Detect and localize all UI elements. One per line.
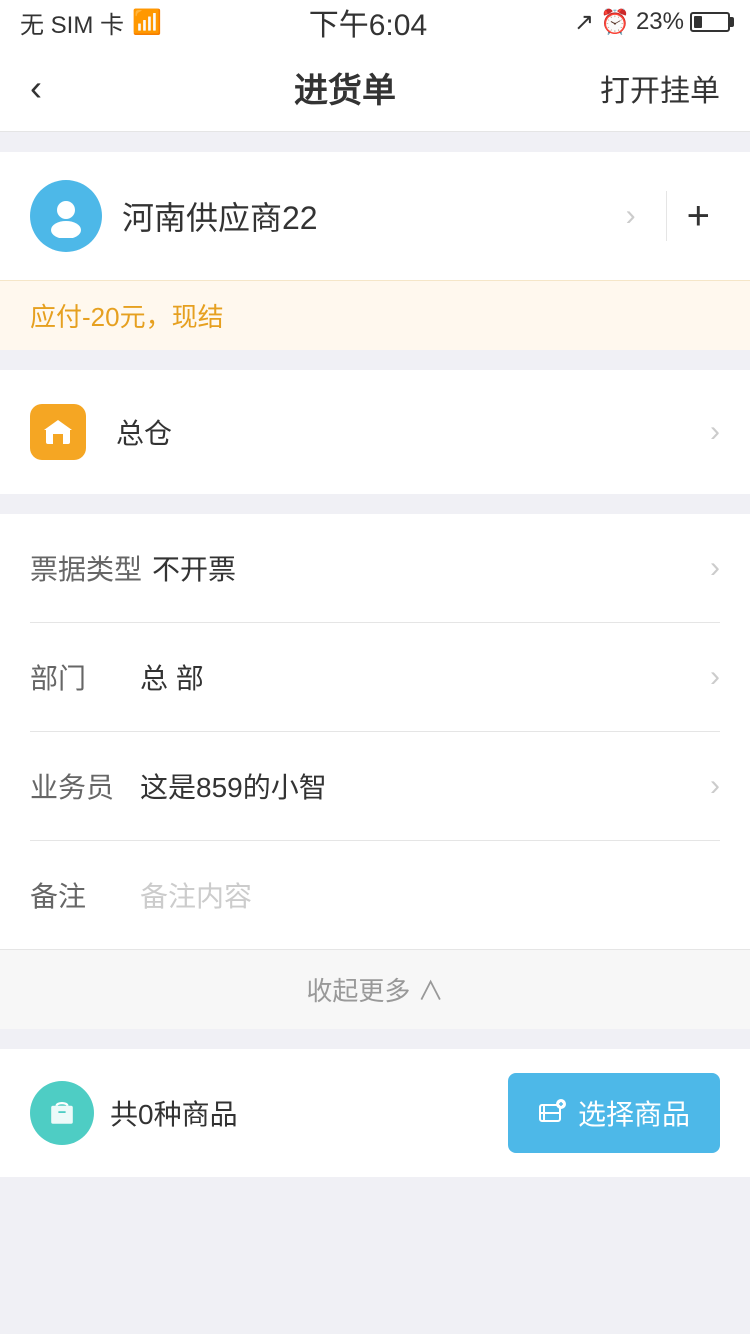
battery-percentage: 23% [636,8,684,36]
wifi-icon: 📶 [132,8,162,37]
section-gap-3 [0,494,750,514]
salesperson-row[interactable]: 业务员 这是859的小智 › [0,732,750,840]
nav-bar: ‹ 进货单 打开挂单 [0,44,750,132]
section-gap-2 [0,350,750,370]
location-icon: ↗ [574,8,594,37]
salesperson-label: 业务员 [30,766,130,806]
status-left: 无 SIM 卡 📶 [20,5,162,40]
status-bar: 无 SIM 卡 📶 下午6:04 ↗ ⏰ 23% [0,0,750,44]
vertical-divider [666,191,667,241]
invoice-row[interactable]: 票据类型 不开票 › [0,514,750,622]
carrier-label: 无 SIM 卡 [20,5,124,40]
department-label: 部门 [30,657,130,697]
bottom-section: 共0种商品 选择商品 [0,1049,750,1177]
select-goods-button[interactable]: 选择商品 [508,1073,720,1153]
warehouse-icon-bg [30,404,86,460]
goods-icon [30,1081,94,1145]
select-goods-label: 选择商品 [578,1093,690,1133]
invoice-chevron-icon: › [710,551,720,585]
remark-row[interactable]: 备注 备注内容 [0,841,750,949]
supplier-section: 河南供应商22 › + 应付-20元，现结 [0,152,750,350]
remark-label: 备注 [30,875,130,915]
remark-placeholder: 备注内容 [130,875,720,915]
invoice-label: 票据类型 [30,548,142,588]
goods-info: 共0种商品 [30,1081,238,1145]
warehouse-chevron-icon: › [710,415,720,449]
status-time: 下午6:04 [309,0,427,44]
alarm-icon: ⏰ [600,8,630,37]
back-button[interactable]: ‹ [30,67,90,109]
alert-banner: 应付-20元，现结 [0,280,750,350]
supplier-row[interactable]: 河南供应商22 › + [0,152,750,280]
salesperson-chevron-icon: › [710,769,720,803]
status-right: ↗ ⏰ 23% [574,8,730,37]
chevron-right-icon: › [626,199,636,233]
page-title: 进货单 [294,63,396,112]
invoice-value: 不开票 [142,548,710,588]
salesperson-value: 这是859的小智 [130,766,710,806]
section-gap-1 [0,132,750,152]
cart-icon [538,1099,566,1127]
open-pending-button[interactable]: 打开挂单 [600,66,720,110]
collapse-label: 收起更多 ∧ [306,971,443,1008]
battery-icon [690,12,730,32]
department-row[interactable]: 部门 总 部 › [0,623,750,731]
supplier-avatar [30,180,102,252]
warehouse-section: 总仓 › [0,370,750,494]
supplier-name: 河南供应商22 [122,193,626,239]
collapse-row[interactable]: 收起更多 ∧ [0,949,750,1029]
department-value: 总 部 [130,657,710,697]
goods-count-label: 共0种商品 [110,1093,238,1133]
warehouse-row[interactable]: 总仓 › [0,370,750,494]
warehouse-name: 总仓 [106,412,710,452]
form-section: 票据类型 不开票 › 部门 总 部 › 业务员 这是859的小智 › 备注 备注… [0,514,750,949]
department-chevron-icon: › [710,660,720,694]
add-supplier-button[interactable]: + [677,194,720,239]
